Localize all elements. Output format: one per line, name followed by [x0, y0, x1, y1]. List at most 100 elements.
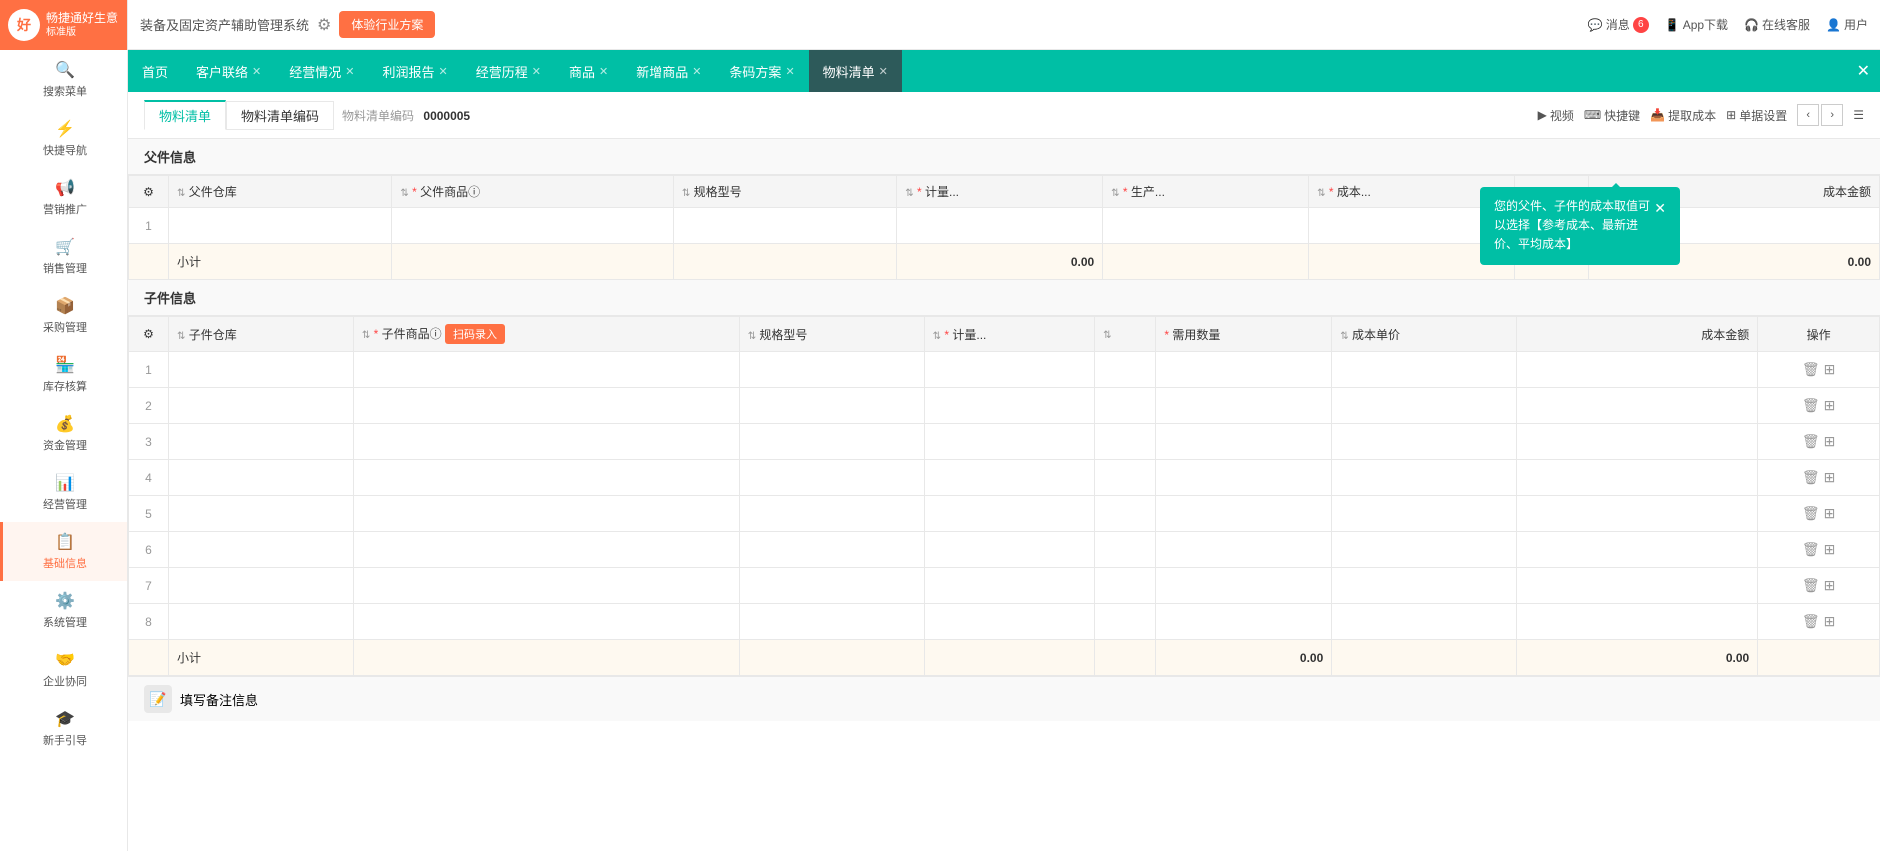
- copy-icon-8[interactable]: ⊞: [1824, 613, 1836, 630]
- list-view-icon[interactable]: ☰: [1853, 108, 1864, 122]
- delete-icon-3[interactable]: 🗑: [1802, 433, 1820, 450]
- child-row-5-spec[interactable]: [739, 496, 924, 532]
- child-row-7-product[interactable]: [353, 568, 739, 604]
- tab-product-close[interactable]: ✕: [599, 65, 608, 78]
- child-row-5-unit-cost[interactable]: [1332, 496, 1517, 532]
- tab-barcode[interactable]: 条码方案 ✕: [715, 50, 808, 92]
- child-row-1-product[interactable]: [353, 352, 739, 388]
- scan-btn[interactable]: 扫码录入: [445, 324, 505, 344]
- parent-row-1-warehouse[interactable]: [169, 208, 392, 244]
- extract-cost-action[interactable]: 📥 提取成本: [1650, 107, 1716, 124]
- tab-operation-close[interactable]: ✕: [345, 65, 354, 78]
- tab-bom[interactable]: 物料清单 ✕: [809, 50, 902, 92]
- delete-icon-5[interactable]: 🗑: [1802, 505, 1820, 522]
- child-row-4-unit-cost[interactable]: [1332, 460, 1517, 496]
- parent-row-1-qty[interactable]: [897, 208, 1103, 244]
- settings-icon[interactable]: ⚙: [317, 15, 331, 35]
- prev-arrow[interactable]: ‹: [1797, 104, 1819, 126]
- copy-icon-6[interactable]: ⊞: [1824, 541, 1836, 558]
- child-row-5-product[interactable]: [353, 496, 739, 532]
- sidebar-item-sales[interactable]: 🛒 销售管理: [0, 227, 127, 286]
- child-row-1-needed[interactable]: [1156, 352, 1332, 388]
- child-row-6-product[interactable]: [353, 532, 739, 568]
- child-row-4-product[interactable]: [353, 460, 739, 496]
- delete-icon-2[interactable]: 🗑: [1802, 397, 1820, 414]
- child-row-3-warehouse[interactable]: [169, 424, 354, 460]
- sidebar-item-enterprise[interactable]: 🤝 企业协同: [0, 640, 127, 699]
- delete-icon-4[interactable]: 🗑: [1802, 469, 1820, 486]
- message-action[interactable]: 💬 消息 6: [1588, 16, 1649, 33]
- child-row-8-unit-cost[interactable]: [1332, 604, 1517, 640]
- child-row-6-unit-cost[interactable]: [1332, 532, 1517, 568]
- tab-customer[interactable]: 客户联络 ✕: [182, 50, 275, 92]
- tooltip-close[interactable]: ✕: [1654, 197, 1666, 219]
- copy-icon-5[interactable]: ⊞: [1824, 505, 1836, 522]
- child-row-4-spec[interactable]: [739, 460, 924, 496]
- copy-icon-1[interactable]: ⊞: [1824, 361, 1836, 378]
- user-action[interactable]: 👤 用户: [1826, 16, 1868, 33]
- app-download-action[interactable]: 📱 App下载: [1665, 16, 1728, 33]
- child-row-3-spec[interactable]: [739, 424, 924, 460]
- delete-icon-8[interactable]: 🗑: [1802, 613, 1820, 630]
- view-action[interactable]: ▶ 视频: [1538, 107, 1574, 124]
- experience-btn[interactable]: 体验行业方案: [339, 11, 435, 38]
- sub-tab-bom-code[interactable]: 物料清单编码: [226, 101, 334, 130]
- copy-icon-7[interactable]: ⊞: [1824, 577, 1836, 594]
- single-settings-action[interactable]: ⊞ 单据设置: [1726, 107, 1787, 124]
- tab-profit-close[interactable]: ✕: [439, 65, 448, 78]
- child-row-6-needed[interactable]: [1156, 532, 1332, 568]
- child-row-3-unit-cost[interactable]: [1332, 424, 1517, 460]
- child-row-6-warehouse[interactable]: [169, 532, 354, 568]
- child-row-4-needed[interactable]: [1156, 460, 1332, 496]
- child-row-6-qty[interactable]: [924, 532, 1095, 568]
- child-row-8-spec[interactable]: [739, 604, 924, 640]
- sidebar-item-basic[interactable]: 📋 基础信息: [0, 522, 127, 581]
- tab-profit[interactable]: 利润报告 ✕: [368, 50, 461, 92]
- child-row-7-unit-cost[interactable]: [1332, 568, 1517, 604]
- child-row-7-qty[interactable]: [924, 568, 1095, 604]
- shortcut-action[interactable]: ⌨ 快捷键: [1584, 107, 1640, 124]
- tab-history-close[interactable]: ✕: [532, 65, 541, 78]
- tab-new-product-close[interactable]: ✕: [692, 65, 701, 78]
- tab-barcode-close[interactable]: ✕: [785, 65, 794, 78]
- child-row-8-warehouse[interactable]: [169, 604, 354, 640]
- child-row-2-product[interactable]: [353, 388, 739, 424]
- sidebar-item-guide[interactable]: 🎓 新手引导: [0, 699, 127, 758]
- next-arrow[interactable]: ›: [1821, 104, 1843, 126]
- sidebar-item-operation[interactable]: 📊 经营管理: [0, 463, 127, 522]
- child-row-5-qty[interactable]: [924, 496, 1095, 532]
- child-row-7-warehouse[interactable]: [169, 568, 354, 604]
- sidebar-item-marketing[interactable]: 📢 营销推广: [0, 168, 127, 227]
- copy-icon-2[interactable]: ⊞: [1824, 397, 1836, 414]
- child-row-2-spec[interactable]: [739, 388, 924, 424]
- child-row-1-warehouse[interactable]: [169, 352, 354, 388]
- child-row-6-spec[interactable]: [739, 532, 924, 568]
- copy-icon-4[interactable]: ⊞: [1824, 469, 1836, 486]
- child-row-8-needed[interactable]: [1156, 604, 1332, 640]
- child-row-4-warehouse[interactable]: [169, 460, 354, 496]
- sidebar-item-purchase[interactable]: 📦 采购管理: [0, 286, 127, 345]
- sidebar-item-quicknav[interactable]: ⚡ 快捷导航: [0, 109, 127, 168]
- delete-icon-1[interactable]: 🗑: [1802, 361, 1820, 378]
- tab-home[interactable]: 首页: [128, 50, 182, 92]
- child-row-1-unit-cost[interactable]: [1332, 352, 1517, 388]
- child-row-8-qty[interactable]: [924, 604, 1095, 640]
- child-row-2-warehouse[interactable]: [169, 388, 354, 424]
- sidebar-item-inventory[interactable]: 🏪 库存核算: [0, 345, 127, 404]
- child-row-8-product[interactable]: [353, 604, 739, 640]
- copy-icon-3[interactable]: ⊞: [1824, 433, 1836, 450]
- child-row-3-needed[interactable]: [1156, 424, 1332, 460]
- tab-operation-status[interactable]: 经营情况 ✕: [275, 50, 368, 92]
- sidebar-item-finance[interactable]: 💰 资金管理: [0, 404, 127, 463]
- parent-row-1-produce[interactable]: [1103, 208, 1309, 244]
- child-row-7-needed[interactable]: [1156, 568, 1332, 604]
- tab-customer-close[interactable]: ✕: [252, 65, 261, 78]
- child-row-5-needed[interactable]: [1156, 496, 1332, 532]
- sidebar-item-system[interactable]: ⚙️ 系统管理: [0, 581, 127, 640]
- child-row-1-qty[interactable]: [924, 352, 1095, 388]
- sub-tab-bom[interactable]: 物料清单: [144, 100, 226, 130]
- delete-icon-7[interactable]: 🗑: [1802, 577, 1820, 594]
- tab-bom-close[interactable]: ✕: [879, 65, 888, 78]
- child-row-2-needed[interactable]: [1156, 388, 1332, 424]
- child-row-2-qty[interactable]: [924, 388, 1095, 424]
